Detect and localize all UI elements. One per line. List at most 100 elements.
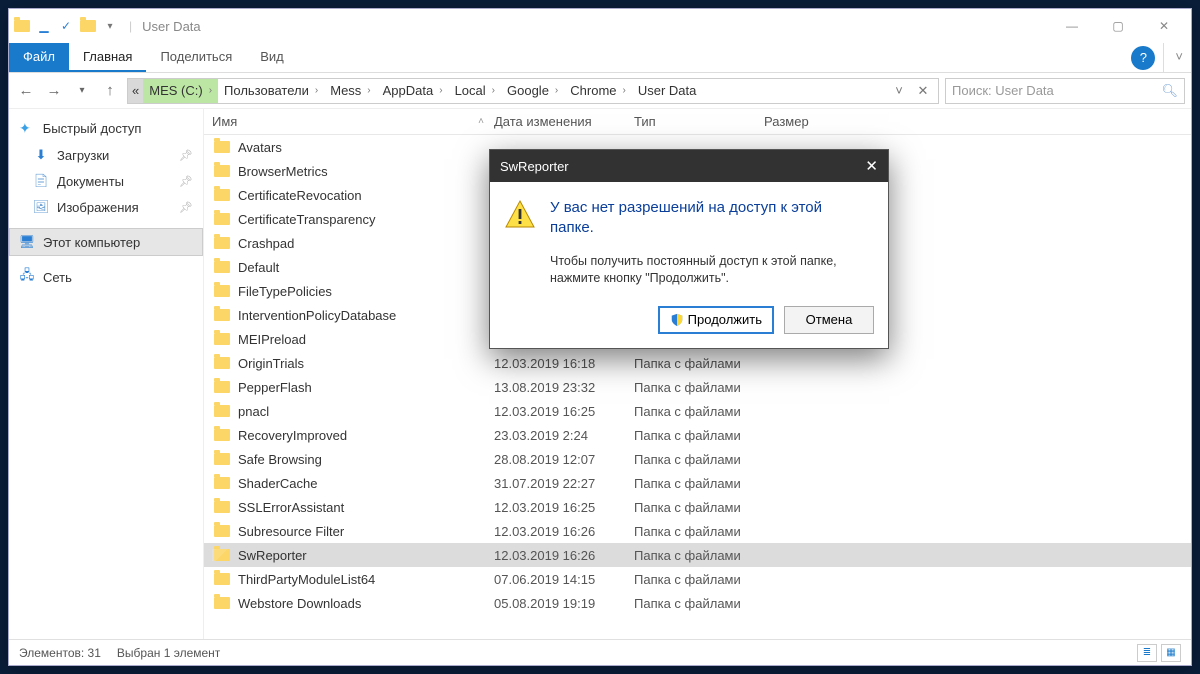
menu-share[interactable]: Поделиться <box>146 43 246 72</box>
table-row[interactable]: ShaderCache31.07.2019 22:27Папка с файла… <box>204 471 1191 495</box>
minimize-button[interactable]: — <box>1049 9 1095 43</box>
forward-button[interactable]: → <box>43 80 65 102</box>
sidebar-item-downloads[interactable]: ⬇ Загрузки 📌︎ <box>9 142 203 168</box>
search-input[interactable]: Поиск: User Data 🔍︎ <box>945 78 1185 104</box>
folder-icon <box>214 429 230 441</box>
crumb-item[interactable]: Пользователи› <box>218 79 324 103</box>
file-name: BrowserMetrics <box>238 164 328 179</box>
addr-dropdown-icon[interactable]: ˅ <box>888 80 910 102</box>
address-bar[interactable]: « MES (C:)› Пользователи› Mess› AppData›… <box>127 78 939 104</box>
sidebar-item-label: Сеть <box>43 270 72 285</box>
view-details-icon[interactable]: ≣ <box>1137 644 1157 662</box>
folder-icon <box>214 525 230 537</box>
view-large-icon[interactable]: ▦ <box>1161 644 1181 662</box>
cell-name: Webstore Downloads <box>204 596 494 611</box>
folder-icon <box>214 141 230 153</box>
table-row[interactable]: RecoveryImproved23.03.2019 2:24Папка с ф… <box>204 423 1191 447</box>
table-row[interactable]: SSLErrorAssistant12.03.2019 16:25Папка с… <box>204 495 1191 519</box>
recent-dropdown-icon[interactable]: ▾ <box>71 80 93 102</box>
cell-name: Safe Browsing <box>204 452 494 467</box>
download-icon: ⬇ <box>33 147 49 163</box>
explorer-window: ▁ ✓ ▾ | User Data — ▢ ✕ Файл Главная Под… <box>8 8 1192 666</box>
up-button[interactable]: ↑ <box>99 80 121 102</box>
title-bar: ▁ ✓ ▾ | User Data — ▢ ✕ <box>9 9 1191 43</box>
file-name: InterventionPolicyDatabase <box>238 308 396 323</box>
network-icon: 🖧︎ <box>19 269 35 285</box>
sidebar-item-label: Документы <box>57 174 124 189</box>
cell-type: Папка с файлами <box>634 500 764 515</box>
menu-home[interactable]: Главная <box>69 43 146 72</box>
menu-view[interactable]: Вид <box>246 43 298 72</box>
file-name: Subresource Filter <box>238 524 344 539</box>
column-size[interactable]: Размер <box>764 114 844 129</box>
table-row[interactable]: PepperFlash13.08.2019 23:32Папка с файла… <box>204 375 1191 399</box>
cell-name: InterventionPolicyDatabase <box>204 308 494 323</box>
folder-icon <box>13 17 31 35</box>
cell-date: 12.03.2019 16:18 <box>494 356 634 371</box>
ribbon-toggle-icon[interactable]: ˅ <box>1167 43 1191 72</box>
table-row[interactable]: ThirdPartyModuleList6407.06.2019 14:15Па… <box>204 567 1191 591</box>
crumb-item[interactable]: Mess› <box>324 79 376 103</box>
qa-save-icon[interactable]: ▁ <box>35 17 53 35</box>
file-name: Avatars <box>238 140 282 155</box>
chevron-down-icon[interactable]: ▾ <box>101 17 119 35</box>
cell-name: CertificateTransparency <box>204 212 494 227</box>
sidebar-item-network[interactable]: 🖧︎ Сеть <box>9 264 203 290</box>
crumb-item[interactable]: Google› <box>501 79 564 103</box>
qa-menu-icon[interactable] <box>79 17 97 35</box>
column-type[interactable]: Тип <box>634 114 764 129</box>
table-row[interactable]: OriginTrials12.03.2019 16:18Папка с файл… <box>204 351 1191 375</box>
close-button[interactable]: ✕ <box>1141 9 1187 43</box>
table-row[interactable]: Webstore Downloads05.08.2019 19:19Папка … <box>204 591 1191 615</box>
cell-name: Avatars <box>204 140 494 155</box>
table-row[interactable]: Subresource Filter12.03.2019 16:26Папка … <box>204 519 1191 543</box>
back-button[interactable]: ← <box>15 80 37 102</box>
file-name: pnacl <box>238 404 269 419</box>
folder-icon <box>214 573 230 585</box>
status-selected: Выбран 1 элемент <box>117 646 220 660</box>
status-count: Элементов: 31 <box>19 646 101 660</box>
nav-row: ← → ▾ ↑ « MES (C:)› Пользователи› Mess› … <box>9 73 1191 109</box>
help-icon[interactable]: ? <box>1131 46 1155 70</box>
crumb-item[interactable]: AppData› <box>377 79 449 103</box>
sidebar-item-label: Быстрый доступ <box>43 121 142 136</box>
folder-icon <box>214 285 230 297</box>
sidebar-item-this-pc[interactable]: 🖥︎ Этот компьютер <box>9 228 203 256</box>
crumb-item[interactable]: Local› <box>449 79 501 103</box>
qa-check-icon[interactable]: ✓ <box>57 17 75 35</box>
dialog-close-icon[interactable]: ✕ <box>865 157 878 175</box>
column-date[interactable]: Дата изменения <box>494 114 634 129</box>
crumb-overflow[interactable]: « <box>128 79 143 103</box>
column-name[interactable]: Имя˄ <box>204 114 494 129</box>
folder-icon <box>214 309 230 321</box>
sidebar-item-pictures[interactable]: 🖼︎ Изображения 📌︎ <box>9 194 203 220</box>
dialog-title-bar[interactable]: SwReporter ✕ <box>490 150 888 182</box>
cell-name: MEIPreload <box>204 332 494 347</box>
file-name: Default <box>238 260 279 275</box>
maximize-button[interactable]: ▢ <box>1095 9 1141 43</box>
cell-name: ShaderCache <box>204 476 494 491</box>
continue-button[interactable]: Продолжить <box>658 306 774 334</box>
cell-name: CertificateRevocation <box>204 188 494 203</box>
crumb-disk[interactable]: MES (C:)› <box>143 79 218 103</box>
file-name: FileTypePolicies <box>238 284 332 299</box>
crumb-item[interactable]: User Data <box>632 79 703 103</box>
menu-file[interactable]: Файл <box>9 43 69 72</box>
sidebar-item-quick-access[interactable]: Быстрый доступ <box>9 115 203 142</box>
table-row[interactable]: Safe Browsing28.08.2019 12:07Папка с фай… <box>204 447 1191 471</box>
cancel-button[interactable]: Отмена <box>784 306 874 334</box>
cell-name: pnacl <box>204 404 494 419</box>
addr-clear-icon[interactable]: ✕ <box>912 80 934 102</box>
cell-date: 13.08.2019 23:32 <box>494 380 634 395</box>
file-name: PepperFlash <box>238 380 312 395</box>
cell-name: Crashpad <box>204 236 494 251</box>
table-row[interactable]: SwReporter12.03.2019 16:26Папка с файлам… <box>204 543 1191 567</box>
crumb-item[interactable]: Chrome› <box>564 79 632 103</box>
cell-type: Папка с файлами <box>634 596 764 611</box>
table-row[interactable]: pnacl12.03.2019 16:25Папка с файлами <box>204 399 1191 423</box>
file-name: RecoveryImproved <box>238 428 347 443</box>
sidebar-item-documents[interactable]: 📄︎ Документы 📌︎ <box>9 168 203 194</box>
cell-date: 12.03.2019 16:26 <box>494 548 634 563</box>
search-icon: 🔍︎ <box>1161 83 1178 99</box>
cell-name: SwReporter <box>204 548 494 563</box>
